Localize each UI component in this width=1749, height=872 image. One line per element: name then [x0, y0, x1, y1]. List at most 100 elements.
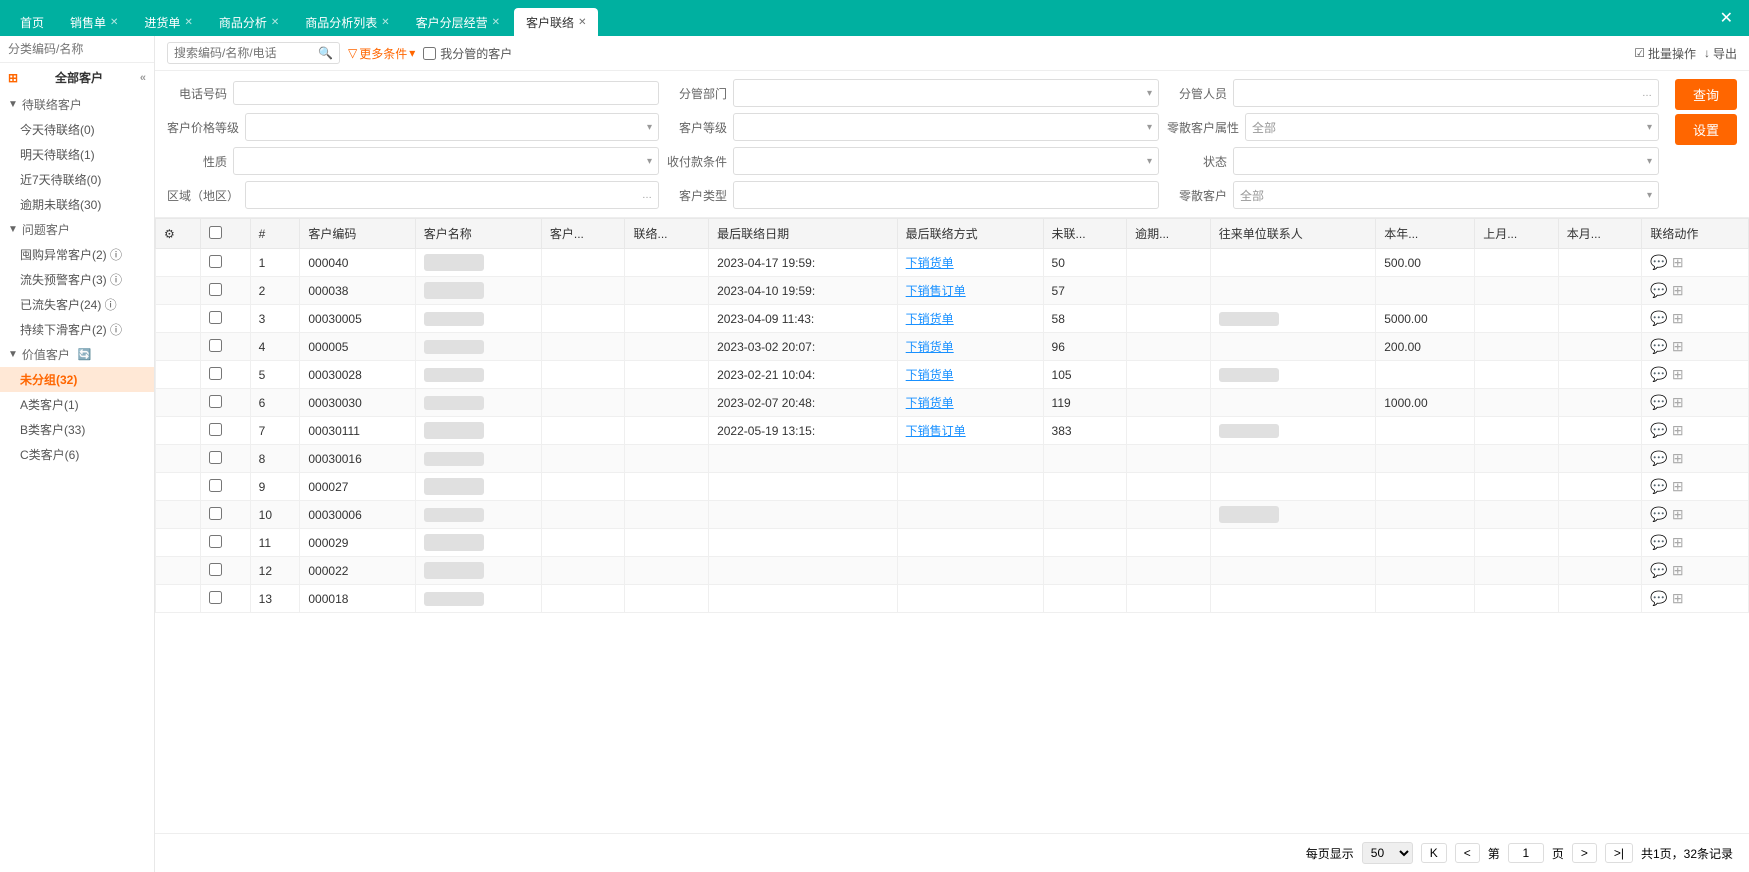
sidebar-item-warning[interactable]: 流失预警客户(3) ⓘ: [0, 267, 154, 292]
row-last-method[interactable]: [897, 445, 1043, 473]
filter-phone-input[interactable]: [233, 81, 659, 105]
grid-action-icon[interactable]: ⊞: [1672, 562, 1684, 579]
row-select-checkbox[interactable]: [209, 591, 222, 604]
col-name[interactable]: 客户名称: [415, 219, 541, 249]
filter-search-icon[interactable]: 🔍: [318, 46, 333, 60]
export-btn[interactable]: ↓ 导出: [1704, 45, 1737, 62]
sidebar-item-b[interactable]: B类客户(33): [0, 417, 154, 442]
sidebar-item-today[interactable]: 今天待联络(0): [0, 117, 154, 142]
chat-icon[interactable]: 💬: [1650, 366, 1667, 383]
group-value-label[interactable]: ▼ 价值客户 🔄: [0, 342, 154, 367]
chat-icon[interactable]: 💬: [1650, 506, 1667, 523]
chat-icon[interactable]: 💬: [1650, 450, 1667, 467]
sidebar-item-tomorrow[interactable]: 明天待联络(1): [0, 142, 154, 167]
sidebar-item-c[interactable]: C类客户(6): [0, 442, 154, 467]
row-select-checkbox[interactable]: [209, 283, 222, 296]
col-last-method[interactable]: 最后联络方式: [897, 219, 1043, 249]
group-pending-label[interactable]: ▼ 待联络客户: [0, 92, 154, 117]
col-code[interactable]: 客户编码: [300, 219, 415, 249]
tab-customer-layer[interactable]: 客户分层经营 ✕: [404, 8, 512, 36]
close-tab-product-analysis[interactable]: ✕: [271, 17, 279, 28]
filter-search-input[interactable]: [174, 46, 314, 60]
col-gear[interactable]: ⚙: [156, 219, 201, 249]
group-problem-label[interactable]: ▼ 问题客户: [0, 217, 154, 242]
row-select-checkbox[interactable]: [209, 535, 222, 548]
row-last-method[interactable]: [897, 585, 1043, 613]
next-page-btn[interactable]: >: [1572, 843, 1597, 863]
chat-icon[interactable]: 💬: [1650, 534, 1667, 551]
row-checkbox[interactable]: [201, 473, 250, 501]
row-select-checkbox[interactable]: [209, 563, 222, 576]
filter-my-customers[interactable]: 我分管的客户: [423, 45, 512, 62]
sidebar-item-overdue[interactable]: 逾期未联络(30): [0, 192, 154, 217]
my-customers-checkbox[interactable]: [423, 47, 436, 60]
row-last-method[interactable]: [897, 529, 1043, 557]
col-c4[interactable]: 联络...: [625, 219, 709, 249]
row-last-method[interactable]: 下销货单: [897, 389, 1043, 417]
row-checkbox[interactable]: [201, 417, 250, 445]
chat-icon[interactable]: 💬: [1650, 254, 1667, 271]
close-window-icon[interactable]: ✕: [1712, 8, 1741, 28]
filter-person-select[interactable]: …: [1233, 79, 1659, 107]
method-link[interactable]: 下销货单: [906, 396, 954, 410]
grid-action-icon[interactable]: ⊞: [1672, 478, 1684, 495]
row-last-method[interactable]: 下销货单: [897, 305, 1043, 333]
row-select-checkbox[interactable]: [209, 451, 222, 464]
row-select-checkbox[interactable]: [209, 255, 222, 268]
filter-retail-attr-select[interactable]: 全部 ▾: [1245, 113, 1659, 141]
sidebar-item-declining[interactable]: 持续下滑客户(2) ⓘ: [0, 317, 154, 342]
select-all-checkbox[interactable]: [209, 226, 222, 239]
row-last-method[interactable]: 下销货单: [897, 333, 1043, 361]
filter-clevel-select[interactable]: ▾: [733, 113, 1159, 141]
grid-action-icon[interactable]: ⊞: [1672, 450, 1684, 467]
filter-dept-select[interactable]: ▾: [733, 79, 1159, 107]
query-btn[interactable]: 查询: [1675, 79, 1737, 110]
grid-action-icon[interactable]: ⊞: [1672, 534, 1684, 551]
row-checkbox[interactable]: [201, 305, 250, 333]
chat-icon[interactable]: 💬: [1650, 394, 1667, 411]
chat-icon[interactable]: 💬: [1650, 310, 1667, 327]
method-link[interactable]: 下销货单: [906, 312, 954, 326]
tab-home[interactable]: 首页: [8, 8, 56, 36]
batch-operation-btn[interactable]: ☑ 批量操作: [1634, 45, 1696, 62]
filter-retail-customer-select[interactable]: 全部 ▾: [1233, 181, 1659, 209]
row-last-method[interactable]: 下销售订单: [897, 277, 1043, 305]
tab-product-list[interactable]: 商品分析列表 ✕: [293, 8, 401, 36]
grid-action-icon[interactable]: ⊞: [1672, 506, 1684, 523]
row-checkbox[interactable]: [201, 389, 250, 417]
row-checkbox[interactable]: [201, 445, 250, 473]
method-link[interactable]: 下销售订单: [906, 424, 966, 438]
row-select-checkbox[interactable]: [209, 479, 222, 492]
all-customers-header[interactable]: ⊞ 全部客户 «: [0, 63, 154, 92]
method-link[interactable]: 下销货单: [906, 368, 954, 382]
chat-icon[interactable]: 💬: [1650, 338, 1667, 355]
close-tab-customer-contact[interactable]: ✕: [578, 17, 586, 28]
row-select-checkbox[interactable]: [209, 423, 222, 436]
close-tab-product-list[interactable]: ✕: [381, 17, 389, 28]
row-checkbox[interactable]: [201, 249, 250, 277]
filter-price-select[interactable]: ▾: [245, 113, 659, 141]
filter-nature-select[interactable]: ▾: [233, 147, 659, 175]
chat-icon[interactable]: 💬: [1650, 282, 1667, 299]
grid-action-icon[interactable]: ⊞: [1672, 394, 1684, 411]
grid-action-icon[interactable]: ⊞: [1672, 590, 1684, 607]
row-checkbox[interactable]: [201, 585, 250, 613]
row-checkbox[interactable]: [201, 501, 250, 529]
grid-action-icon[interactable]: ⊞: [1672, 254, 1684, 271]
row-select-checkbox[interactable]: [209, 367, 222, 380]
sidebar-item-lost[interactable]: 已流失客户(24) ⓘ: [0, 292, 154, 317]
method-link[interactable]: 下销货单: [906, 256, 954, 270]
tab-purchase[interactable]: 进货单 ✕: [132, 8, 204, 36]
close-tab-customer-layer[interactable]: ✕: [492, 17, 500, 28]
row-last-method[interactable]: [897, 501, 1043, 529]
col-this-month[interactable]: 本月...: [1558, 219, 1642, 249]
row-last-method[interactable]: [897, 473, 1043, 501]
tab-sales[interactable]: 销售单 ✕: [58, 8, 130, 36]
row-select-checkbox[interactable]: [209, 507, 222, 520]
page-input[interactable]: [1508, 843, 1544, 863]
filter-region-select[interactable]: …: [245, 181, 659, 209]
row-checkbox[interactable]: [201, 333, 250, 361]
prev-page-btn[interactable]: <: [1455, 843, 1480, 863]
grid-action-icon[interactable]: ⊞: [1672, 422, 1684, 439]
refresh-icon[interactable]: 🔄: [78, 348, 92, 361]
